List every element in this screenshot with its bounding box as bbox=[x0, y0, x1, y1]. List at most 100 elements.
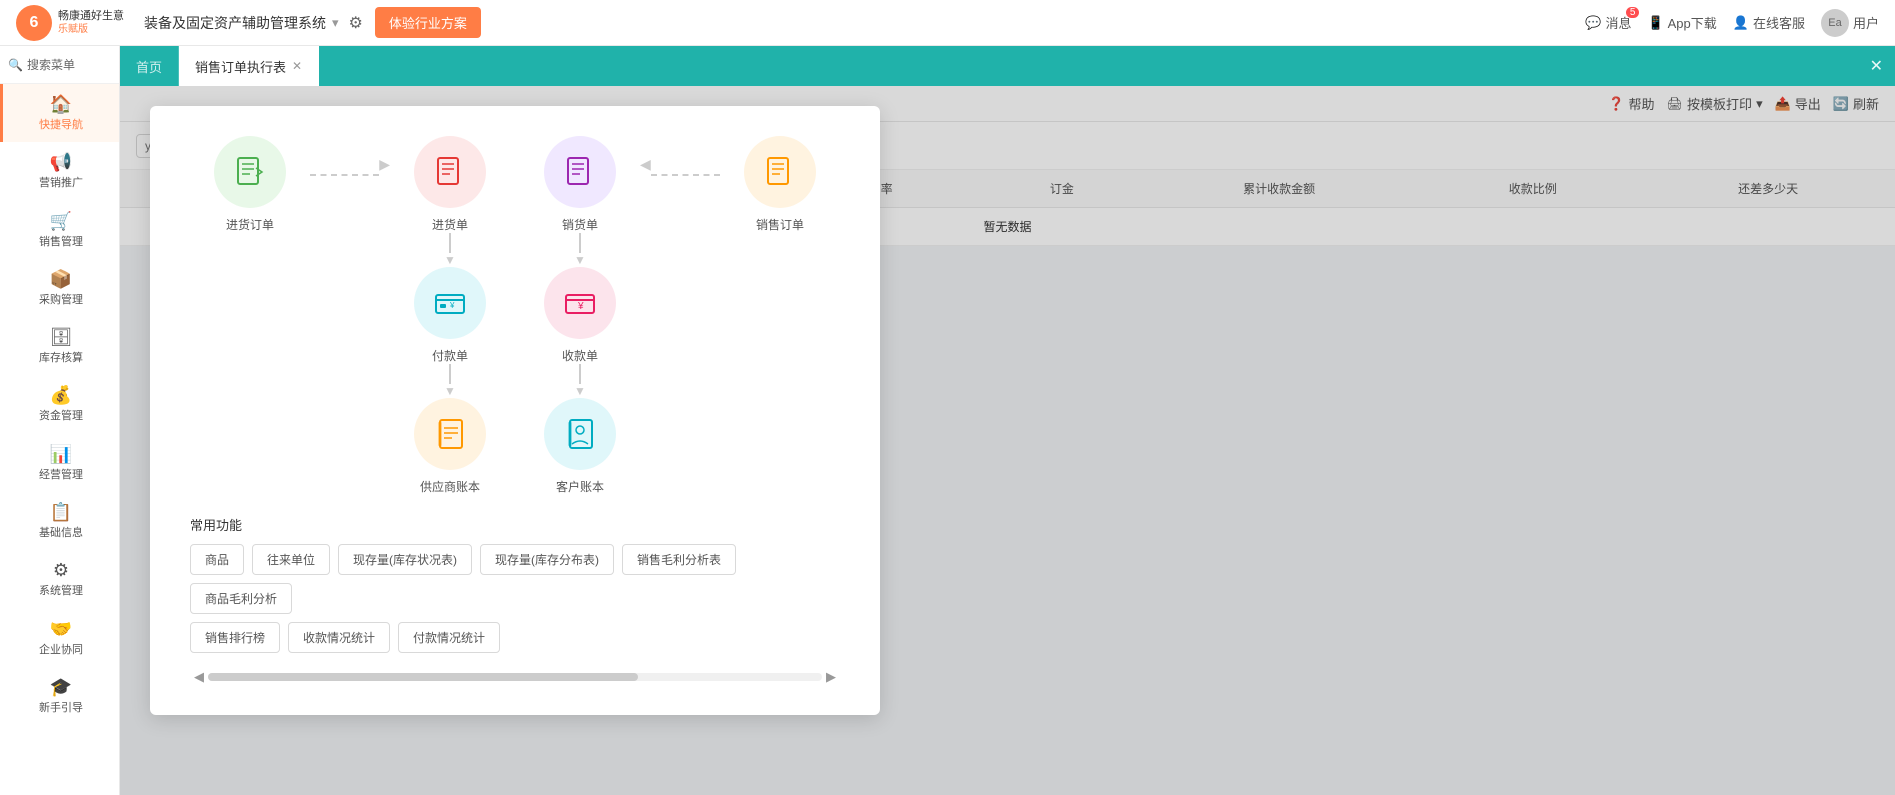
common-functions-title: 常用功能 bbox=[190, 515, 840, 534]
common-btn-sales-rank[interactable]: 销售排行榜 bbox=[190, 622, 280, 653]
sidebar-item-label: 采购管理 bbox=[39, 293, 83, 307]
settings-icon[interactable]: ⚙ bbox=[349, 13, 363, 33]
page-content: ❓ 帮助 🖨 按模板打印 ▾ 📤 导出 🔄 刷新 bbox=[120, 86, 1895, 795]
sidebar: 🔍 搜索菜单 🏠 快捷导航 📢 营销推广 🛒 销售管理 📦 采购管理 🗄 bbox=[0, 46, 120, 795]
sidebar-item-inventory[interactable]: 🗄 库存核算 bbox=[0, 317, 119, 375]
tab-close-right-icon[interactable]: ✕ bbox=[1858, 46, 1895, 86]
popup: 进货订单 ▶ bbox=[150, 106, 880, 715]
sales-order-icon bbox=[744, 136, 816, 208]
sidebar-item-finance[interactable]: 💰 资金管理 bbox=[0, 375, 119, 433]
flow-label-supplier-ledger: 供应商账本 bbox=[420, 478, 480, 495]
user-btn[interactable]: Ea 用户 bbox=[1821, 9, 1879, 37]
message-icon: 💬 bbox=[1585, 15, 1601, 31]
system-name: 装备及固定资产辅助管理系统 bbox=[144, 13, 326, 33]
scroll-right-icon[interactable]: ▶ bbox=[822, 669, 840, 685]
flow-node-receipt[interactable]: ¥ 收款单 bbox=[520, 267, 640, 364]
finance-icon: 💰 bbox=[50, 385, 72, 406]
common-buttons-row2: 销售排行榜 收款情况统计 付款情况统计 bbox=[190, 622, 840, 653]
tab-home[interactable]: 首页 bbox=[120, 46, 179, 86]
arrow-order-to-bill: ◀ bbox=[640, 156, 720, 213]
flow-label-purchase-order: 进货订单 bbox=[226, 216, 274, 233]
download-icon: 📱 bbox=[1647, 15, 1663, 31]
flow-diagram: 进货订单 ▶ bbox=[190, 136, 840, 495]
common-btn-stock-status[interactable]: 现存量(库存状况表) bbox=[338, 544, 472, 575]
flow-node-customer-ledger[interactable]: 客户账本 bbox=[520, 398, 640, 495]
common-btn-payment-stats[interactable]: 付款情况统计 bbox=[398, 622, 500, 653]
online-service-btn[interactable]: 👤 在线客服 bbox=[1733, 13, 1805, 32]
common-btn-partners[interactable]: 往来单位 bbox=[252, 544, 330, 575]
flow-label-sales-bill: 销货单 bbox=[562, 216, 598, 233]
flow-label-customer-ledger: 客户账本 bbox=[556, 478, 604, 495]
inventory-icon: 🗄 bbox=[50, 327, 73, 348]
common-btn-goods[interactable]: 商品 bbox=[190, 544, 244, 575]
logo-area: 6 畅康通好生意 乐赋版 bbox=[16, 5, 136, 41]
sidebar-item-label: 快捷导航 bbox=[39, 118, 83, 132]
scroll-arrows: ◀ ▶ bbox=[190, 669, 840, 685]
user-avatar: Ea bbox=[1821, 9, 1849, 37]
tab-sales-orders-label: 销售订单执行表 bbox=[195, 57, 286, 76]
tabbar: 首页 销售订单执行表 ✕ ✕ bbox=[120, 46, 1895, 86]
tab-close-icon[interactable]: ✕ bbox=[292, 59, 302, 73]
system-info: 装备及固定资产辅助管理系统 ▾ ⚙ 体验行业方案 bbox=[144, 7, 1585, 38]
common-functions-section: 常用功能 商品 往来单位 现存量(库存状况表) 现存量(库存分布表) 销售毛利分… bbox=[190, 515, 840, 653]
receipt-icon: ¥ bbox=[544, 267, 616, 339]
sidebar-item-enterprise[interactable]: 🤝 企业协同 bbox=[0, 609, 119, 667]
popup-body: 进货订单 ▶ bbox=[150, 106, 880, 715]
main-layout: 🔍 搜索菜单 🏠 快捷导航 📢 营销推广 🛒 销售管理 📦 采购管理 🗄 bbox=[0, 46, 1895, 795]
sidebar-item-label: 经营管理 bbox=[39, 468, 83, 482]
flow-node-purchase-order[interactable]: 进货订单 bbox=[190, 136, 310, 233]
message-badge: 5 bbox=[1626, 7, 1640, 18]
operations-icon: 📊 bbox=[50, 444, 72, 465]
arrow-purchase-to-bill: ▶ bbox=[310, 156, 390, 213]
sidebar-item-label: 企业协同 bbox=[39, 643, 83, 657]
sidebar-item-label: 资金管理 bbox=[39, 409, 83, 423]
scroll-thumb bbox=[208, 673, 638, 681]
sidebar-item-label: 营销推广 bbox=[39, 176, 83, 190]
sidebar-item-quick-nav[interactable]: 🏠 快捷导航 bbox=[0, 84, 119, 142]
sales-bill-icon bbox=[544, 136, 616, 208]
overlay: 进货订单 ▶ bbox=[120, 86, 1895, 795]
flow-label-payment: 付款单 bbox=[432, 347, 468, 364]
search-icon: 🔍 bbox=[8, 58, 23, 72]
arrow-down-payment: ▼ bbox=[390, 364, 510, 398]
sidebar-item-operations[interactable]: 📊 经营管理 bbox=[0, 434, 119, 492]
sidebar-item-label: 基础信息 bbox=[39, 526, 83, 540]
flow-node-supplier-ledger[interactable]: 供应商账本 bbox=[390, 398, 510, 495]
sys-mgmt-icon: ⚙ bbox=[53, 560, 69, 581]
sidebar-item-purchase[interactable]: 📦 采购管理 bbox=[0, 259, 119, 317]
app-wrapper: 6 畅康通好生意 乐赋版 装备及固定资产辅助管理系统 ▾ ⚙ 体验行业方案 💬 … bbox=[0, 0, 1895, 795]
marketing-icon: 📢 bbox=[50, 152, 72, 173]
payment-icon: ¥ bbox=[414, 267, 486, 339]
flow-node-sales-order[interactable]: 销售订单 bbox=[720, 136, 840, 233]
flow-node-sales-bill[interactable]: 销货单 bbox=[520, 136, 640, 233]
logo-text: 畅康通好生意 乐赋版 bbox=[58, 9, 124, 36]
common-btn-sales-margin[interactable]: 销售毛利分析表 bbox=[622, 544, 736, 575]
message-btn[interactable]: 💬 消息 5 bbox=[1585, 13, 1631, 32]
scroll-track[interactable] bbox=[208, 673, 822, 681]
trial-button[interactable]: 体验行业方案 bbox=[375, 7, 481, 38]
sidebar-item-label: 库存核算 bbox=[39, 351, 83, 365]
flow-node-payment[interactable]: ¥ 付款单 bbox=[390, 267, 510, 364]
purchase-order-icon bbox=[214, 136, 286, 208]
common-btn-stock-dist[interactable]: 现存量(库存分布表) bbox=[480, 544, 614, 575]
sidebar-item-sales[interactable]: 🛒 销售管理 bbox=[0, 201, 119, 259]
scroll-left-icon[interactable]: ◀ bbox=[190, 669, 208, 685]
arrow-down-receipt: ▼ bbox=[520, 364, 640, 398]
sidebar-item-base-info[interactable]: 📋 基础信息 bbox=[0, 492, 119, 550]
system-dropdown-icon[interactable]: ▾ bbox=[332, 15, 339, 31]
sidebar-item-label: 销售管理 bbox=[39, 235, 83, 249]
sidebar-item-marketing[interactable]: 📢 营销推广 bbox=[0, 142, 119, 200]
flow-node-purchase-bill[interactable]: 进货单 bbox=[390, 136, 510, 233]
common-btn-receipt-stats[interactable]: 收款情况统计 bbox=[288, 622, 390, 653]
tab-sales-orders[interactable]: 销售订单执行表 ✕ bbox=[179, 46, 319, 86]
sidebar-item-sys-mgmt[interactable]: ⚙ 系统管理 bbox=[0, 550, 119, 608]
base-info-icon: 📋 bbox=[50, 502, 72, 523]
common-btn-goods-margin[interactable]: 商品毛利分析 bbox=[190, 583, 292, 614]
content-area: 首页 销售订单执行表 ✕ ✕ ❓ 帮助 🖨 按 bbox=[120, 46, 1895, 795]
sidebar-item-label: 新手引导 bbox=[39, 701, 83, 715]
sidebar-item-newbie[interactable]: 🎓 新手引导 bbox=[0, 667, 119, 725]
sidebar-search[interactable]: 🔍 搜索菜单 bbox=[0, 46, 119, 84]
arrow-down-purchase: ▼ bbox=[390, 233, 510, 267]
app-download-btn[interactable]: 📱 App下载 bbox=[1647, 13, 1716, 32]
logo-icon: 6 bbox=[16, 5, 52, 41]
